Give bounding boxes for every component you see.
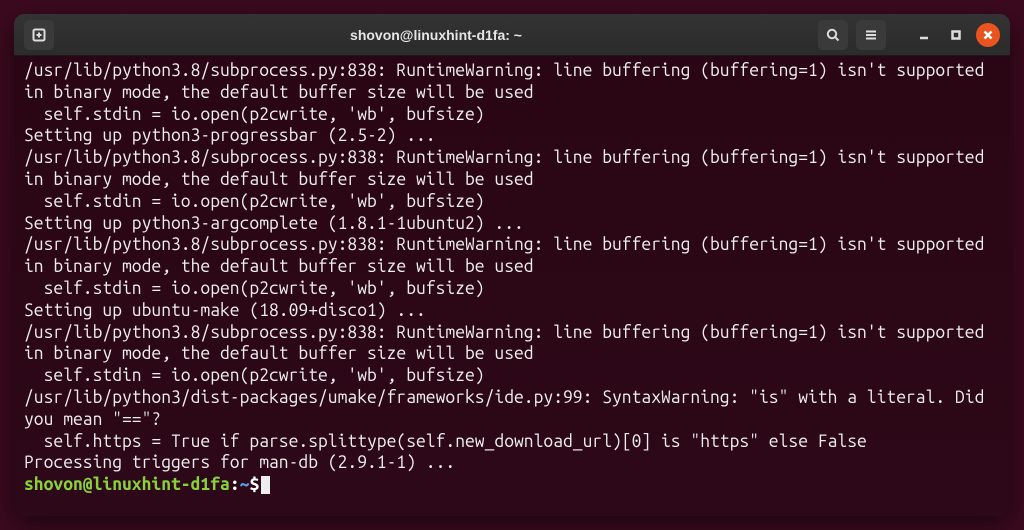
terminal-line: self.stdin = io.open(p2cwrite, 'wb', buf… (24, 366, 485, 385)
terminal-line: /usr/lib/python3.8/subprocess.py:838: Ru… (24, 235, 994, 276)
prompt-user-host: shovon@linuxhint-d1fa (24, 475, 230, 494)
terminal-line: /usr/lib/python3/dist-packages/umake/fra… (24, 388, 994, 429)
terminal-line: self.https = True if parse.splittype(sel… (24, 432, 867, 451)
window-title: shovon@linuxhint-d1fa: ~ (62, 27, 810, 43)
terminal-line: Setting up python3-progressbar (2.5-2) .… (24, 126, 436, 145)
cursor (261, 476, 270, 494)
search-icon (825, 27, 841, 43)
terminal-line: Setting up ubuntu-make (18.09+disco1) ..… (24, 301, 426, 320)
new-tab-icon (31, 27, 47, 43)
titlebar: shovon@linuxhint-d1fa: ~ (14, 14, 1010, 56)
hamburger-icon (863, 27, 879, 43)
maximize-icon (951, 30, 961, 40)
minimize-icon (919, 30, 929, 40)
terminal-line: /usr/lib/python3.8/subprocess.py:838: Ru… (24, 148, 994, 189)
minimize-button[interactable] (912, 23, 936, 47)
terminal-line: Setting up python3-argcomplete (1.8.1-1u… (24, 214, 524, 233)
prompt-end: $ (249, 475, 259, 494)
maximize-button[interactable] (944, 23, 968, 47)
menu-button[interactable] (856, 20, 886, 50)
terminal-line: /usr/lib/python3.8/subprocess.py:838: Ru… (24, 61, 994, 102)
new-tab-button[interactable] (24, 20, 54, 50)
terminal-body[interactable]: /usr/lib/python3.8/subprocess.py:838: Ru… (14, 56, 1010, 516)
terminal-window: shovon@linuxhint-d1fa: ~ (14, 14, 1010, 516)
close-icon (983, 30, 993, 40)
terminal-line: self.stdin = io.open(p2cwrite, 'wb', buf… (24, 279, 485, 298)
search-button[interactable] (818, 20, 848, 50)
prompt-path: ~ (240, 475, 250, 494)
terminal-line: self.stdin = io.open(p2cwrite, 'wb', buf… (24, 192, 485, 211)
close-button[interactable] (976, 23, 1000, 47)
prompt-separator: : (230, 475, 240, 494)
terminal-line: self.stdin = io.open(p2cwrite, 'wb', buf… (24, 105, 485, 124)
terminal-line: Processing triggers for man-db (2.9.1-1)… (24, 453, 455, 472)
terminal-line: /usr/lib/python3.8/subprocess.py:838: Ru… (24, 323, 994, 364)
